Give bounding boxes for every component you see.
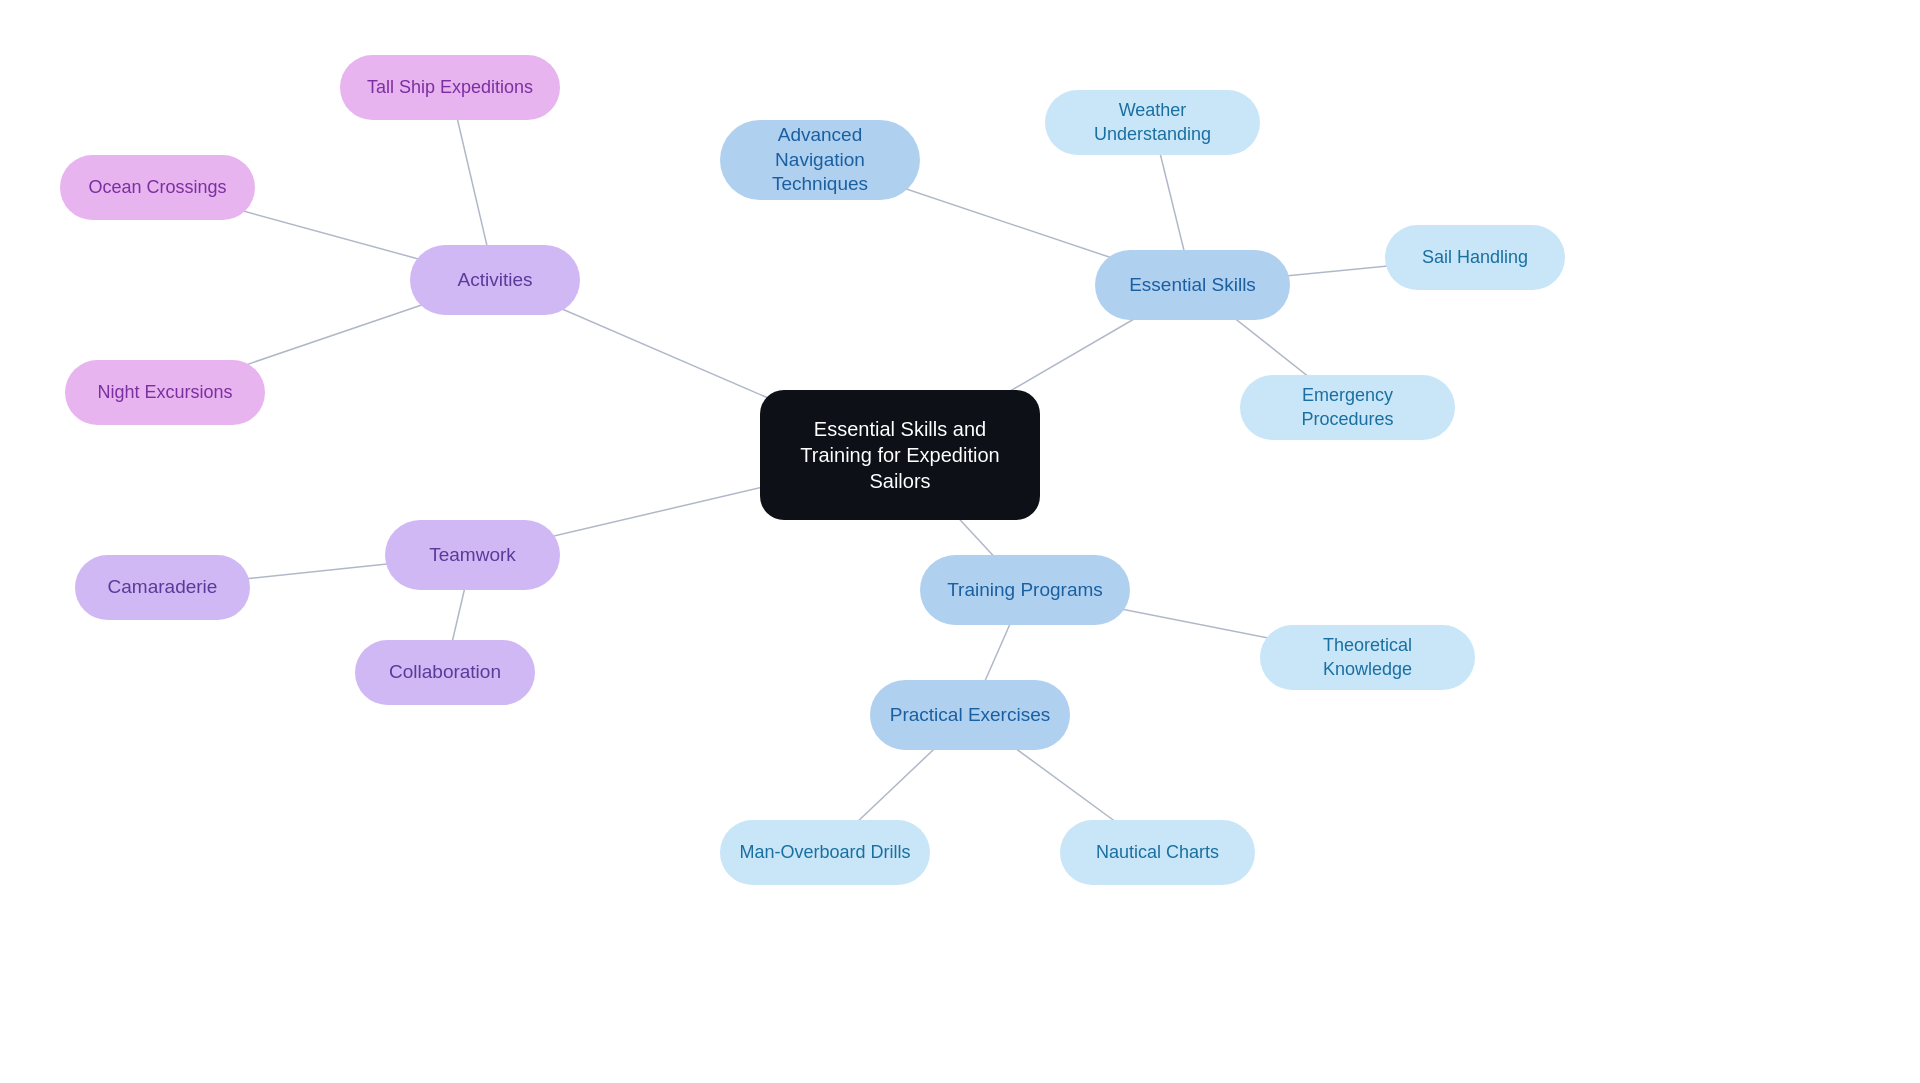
node-theoretical[interactable]: Theoretical Knowledge (1260, 625, 1475, 690)
node-activities[interactable]: Activities (410, 245, 580, 315)
node-adv-nav[interactable]: Advanced Navigation Techniques (720, 120, 920, 200)
node-center[interactable]: Essential Skills and Training for Expedi… (760, 390, 1040, 520)
node-essential-skills[interactable]: Essential Skills (1095, 250, 1290, 320)
node-weather[interactable]: Weather Understanding (1045, 90, 1260, 155)
node-night-excursions[interactable]: Night Excursions (65, 360, 265, 425)
node-tall-ship[interactable]: Tall Ship Expeditions (340, 55, 560, 120)
node-camaraderie[interactable]: Camaraderie (75, 555, 250, 620)
mind-map-container: Essential Skills and Training for Expedi… (0, 0, 1920, 1083)
node-sail-handling[interactable]: Sail Handling (1385, 225, 1565, 290)
node-teamwork[interactable]: Teamwork (385, 520, 560, 590)
node-emergency[interactable]: Emergency Procedures (1240, 375, 1455, 440)
connections-svg (0, 0, 1920, 1083)
node-collaboration[interactable]: Collaboration (355, 640, 535, 705)
node-nautical-charts[interactable]: Nautical Charts (1060, 820, 1255, 885)
node-training-programs[interactable]: Training Programs (920, 555, 1130, 625)
node-mob-drills[interactable]: Man-Overboard Drills (720, 820, 930, 885)
node-practical[interactable]: Practical Exercises (870, 680, 1070, 750)
node-ocean-crossings[interactable]: Ocean Crossings (60, 155, 255, 220)
